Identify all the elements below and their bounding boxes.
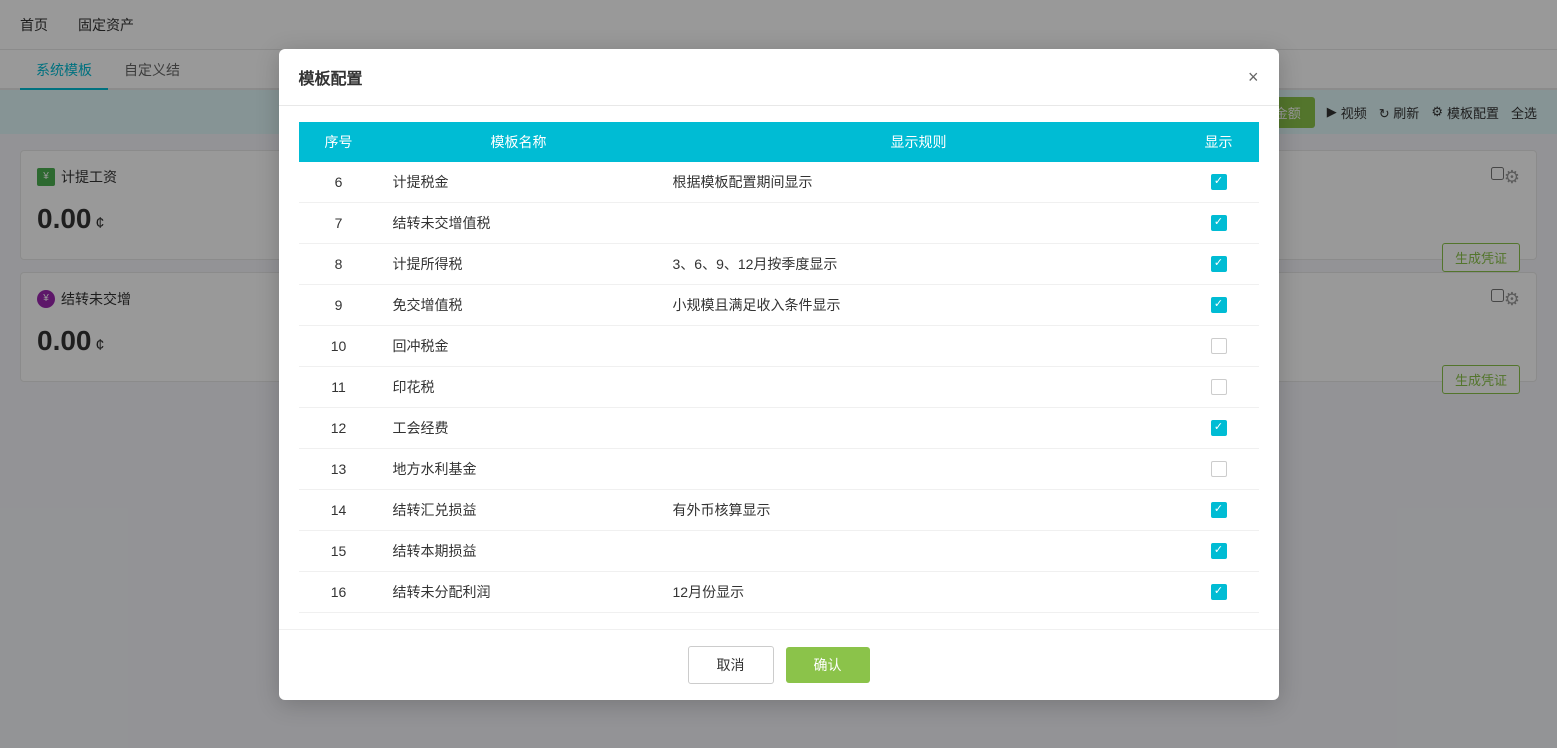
- table-row: 15结转本期损益: [299, 530, 1259, 571]
- cell-id-7: 13: [299, 448, 379, 489]
- cell-rule-10: 12月份显示: [659, 571, 1179, 612]
- modal-header: 模板配置 ×: [279, 49, 1279, 106]
- cell-id-1: 7: [299, 202, 379, 243]
- confirm-button[interactable]: 确认: [786, 647, 870, 683]
- th-display: 显示: [1179, 122, 1259, 162]
- cell-name-7: 地方水利基金: [379, 448, 659, 489]
- cell-rule-3: 小规模且满足收入条件显示: [659, 284, 1179, 325]
- cell-name-8: 结转汇兑损益: [379, 489, 659, 530]
- cancel-button[interactable]: 取消: [688, 646, 774, 684]
- table-row: 9免交增值税小规模且满足收入条件显示: [299, 284, 1259, 325]
- table-header: 序号 模板名称 显示规则 显示: [299, 122, 1259, 162]
- modal-body: 序号 模板名称 显示规则 显示 6计提税金根据模板配置期间显示7结转未交增值税8…: [279, 106, 1279, 629]
- cell-check-3: [1179, 284, 1259, 325]
- cell-id-10: 16: [299, 571, 379, 612]
- cell-check-4: [1179, 325, 1259, 366]
- cell-id-4: 10: [299, 325, 379, 366]
- cell-rule-0: 根据模板配置期间显示: [659, 162, 1179, 203]
- checkbox-wrap-3: [1193, 297, 1245, 313]
- modal-title: 模板配置: [299, 65, 363, 89]
- table-row: 6计提税金根据模板配置期间显示: [299, 162, 1259, 203]
- checkbox-9[interactable]: [1211, 543, 1227, 559]
- cell-id-3: 9: [299, 284, 379, 325]
- cell-name-1: 结转未交增值税: [379, 202, 659, 243]
- table-row: 10回冲税金: [299, 325, 1259, 366]
- checkbox-10[interactable]: [1211, 584, 1227, 600]
- checkbox-wrap-0: [1193, 174, 1245, 190]
- checkbox-wrap-4: [1193, 338, 1245, 354]
- table-row: 16结转未分配利润12月份显示: [299, 571, 1259, 612]
- cell-name-9: 结转本期损益: [379, 530, 659, 571]
- cell-rule-6: [659, 407, 1179, 448]
- cell-name-2: 计提所得税: [379, 243, 659, 284]
- checkbox-wrap-8: [1193, 502, 1245, 518]
- cell-name-10: 结转未分配利润: [379, 571, 659, 612]
- modal-template-config: 模板配置 × 序号 模板名称 显示规则 显示 6计提税金根据模板配置期间显示7结…: [279, 49, 1279, 700]
- checkbox-1[interactable]: [1211, 215, 1227, 231]
- checkbox-wrap-6: [1193, 420, 1245, 436]
- cell-rule-2: 3、6、9、12月按季度显示: [659, 243, 1179, 284]
- table-row: 12工会经费: [299, 407, 1259, 448]
- table-row: 11印花税: [299, 366, 1259, 407]
- checkbox-6[interactable]: [1211, 420, 1227, 436]
- cell-name-4: 回冲税金: [379, 325, 659, 366]
- th-rule: 显示规则: [659, 122, 1179, 162]
- cell-check-8: [1179, 489, 1259, 530]
- checkbox-0[interactable]: [1211, 174, 1227, 190]
- cell-id-9: 15: [299, 530, 379, 571]
- checkbox-wrap-9: [1193, 543, 1245, 559]
- th-index: 序号: [299, 122, 379, 162]
- modal-close-button[interactable]: ×: [1248, 68, 1259, 86]
- checkbox-wrap-5: [1193, 379, 1245, 395]
- cell-rule-9: [659, 530, 1179, 571]
- cell-check-2: [1179, 243, 1259, 284]
- checkbox-5[interactable]: [1211, 379, 1227, 395]
- cell-id-0: 6: [299, 162, 379, 203]
- cell-id-2: 8: [299, 243, 379, 284]
- cell-rule-5: [659, 366, 1179, 407]
- cell-name-5: 印花税: [379, 366, 659, 407]
- cell-name-0: 计提税金: [379, 162, 659, 203]
- cell-check-10: [1179, 571, 1259, 612]
- cell-rule-4: [659, 325, 1179, 366]
- table-row: 13地方水利基金: [299, 448, 1259, 489]
- th-name: 模板名称: [379, 122, 659, 162]
- config-table: 序号 模板名称 显示规则 显示 6计提税金根据模板配置期间显示7结转未交增值税8…: [299, 122, 1259, 613]
- cell-check-0: [1179, 162, 1259, 203]
- table-body: 6计提税金根据模板配置期间显示7结转未交增值税8计提所得税3、6、9、12月按季…: [299, 162, 1259, 613]
- checkbox-3[interactable]: [1211, 297, 1227, 313]
- cell-check-7: [1179, 448, 1259, 489]
- table-row: 7结转未交增值税: [299, 202, 1259, 243]
- checkbox-wrap-1: [1193, 215, 1245, 231]
- table-row: 14结转汇兑损益有外币核算显示: [299, 489, 1259, 530]
- table-row: 8计提所得税3、6、9、12月按季度显示: [299, 243, 1259, 284]
- checkbox-wrap-2: [1193, 256, 1245, 272]
- checkbox-2[interactable]: [1211, 256, 1227, 272]
- cell-check-5: [1179, 366, 1259, 407]
- checkbox-4[interactable]: [1211, 338, 1227, 354]
- modal-overlay: 模板配置 × 序号 模板名称 显示规则 显示 6计提税金根据模板配置期间显示7结…: [0, 0, 1557, 748]
- cell-name-6: 工会经费: [379, 407, 659, 448]
- cell-check-9: [1179, 530, 1259, 571]
- checkbox-7[interactable]: [1211, 461, 1227, 477]
- cell-rule-1: [659, 202, 1179, 243]
- checkbox-wrap-10: [1193, 584, 1245, 600]
- checkbox-8[interactable]: [1211, 502, 1227, 518]
- cell-id-6: 12: [299, 407, 379, 448]
- cell-rule-8: 有外币核算显示: [659, 489, 1179, 530]
- checkbox-wrap-7: [1193, 461, 1245, 477]
- modal-footer: 取消 确认: [279, 629, 1279, 700]
- cell-id-5: 11: [299, 366, 379, 407]
- cell-name-3: 免交增值税: [379, 284, 659, 325]
- cell-check-1: [1179, 202, 1259, 243]
- cell-id-8: 14: [299, 489, 379, 530]
- cell-rule-7: [659, 448, 1179, 489]
- cell-check-6: [1179, 407, 1259, 448]
